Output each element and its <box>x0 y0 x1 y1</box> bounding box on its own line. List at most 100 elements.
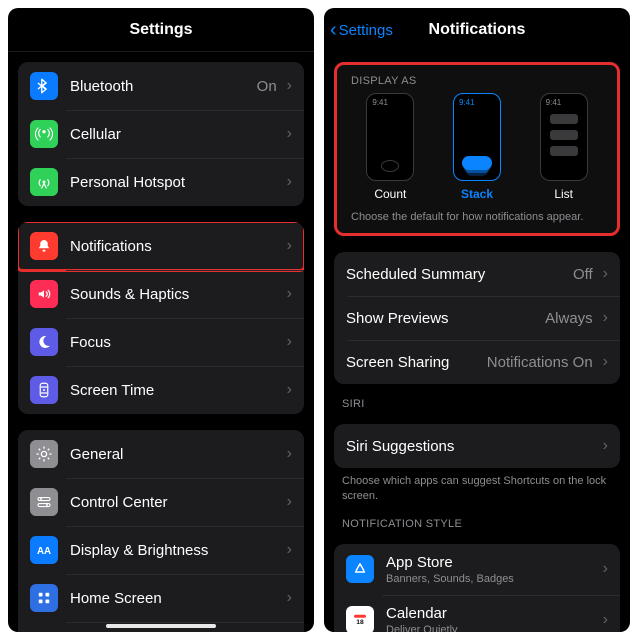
row-label: Cellular <box>70 126 281 143</box>
chevron-right-icon: › <box>287 445 292 463</box>
settings-row-personal-hotspot[interactable]: Personal Hotspot › <box>18 158 304 206</box>
chevron-right-icon: › <box>603 265 608 283</box>
section-footer: Choose which apps can suggest Shortcuts … <box>324 468 630 504</box>
notification-style-group: App StoreBanners, Sounds, Badges› 18 Calen… <box>334 544 620 632</box>
settings-row-general[interactable]: General › <box>18 430 304 478</box>
settings-row-sounds-haptics[interactable]: Sounds & Haptics › <box>18 270 304 318</box>
row-label: Calendar <box>386 605 597 622</box>
row-label: Focus <box>70 334 281 351</box>
phone-preview-icon: 9:41 <box>540 93 588 181</box>
row-label: Home Screen <box>70 590 281 607</box>
row-label: General <box>70 446 281 463</box>
chevron-right-icon: › <box>287 381 292 399</box>
sound-icon <box>30 280 58 308</box>
siri-group: Siri Suggestions › <box>334 424 620 468</box>
phone-preview-icon: 9:41 <box>366 93 414 181</box>
chevron-right-icon: › <box>287 541 292 559</box>
row-label: Screen Sharing <box>346 354 487 371</box>
row-label: Control Center <box>70 494 281 511</box>
svg-text:AA: AA <box>37 546 51 557</box>
settings-row-notifications[interactable]: Notifications › <box>18 222 304 270</box>
chevron-right-icon: › <box>287 77 292 95</box>
row-label: Notifications <box>70 238 281 255</box>
settings-group: BluetoothOn › Cellular › Personal Hotspot › <box>18 62 304 206</box>
aa-icon: AA <box>30 536 58 564</box>
settings-group: General › Control Center › AA Display & Brigh… <box>18 430 304 632</box>
section-header: NOTIFICATION STYLE <box>324 504 630 534</box>
navbar: ‹ Settings Notifications <box>324 8 630 52</box>
chevron-right-icon: › <box>603 437 608 455</box>
settings-row-bluetooth[interactable]: BluetoothOn › <box>18 62 304 110</box>
back-label: Settings <box>339 22 393 39</box>
notification-options-group: Scheduled SummaryOff›Show PreviewsAlways… <box>334 252 620 384</box>
row-value: On <box>257 78 277 95</box>
switches-icon <box>30 488 58 516</box>
chevron-right-icon: › <box>287 493 292 511</box>
settings-row-display-brightness[interactable]: AA Display & Brightness › <box>18 526 304 574</box>
chevron-right-icon: › <box>287 285 292 303</box>
chevron-right-icon: › <box>287 125 292 143</box>
section-header: SIRI <box>324 384 630 414</box>
display-as-count[interactable]: 9:41 Count <box>351 93 430 201</box>
row-label: Screen Time <box>70 382 281 399</box>
option-label: Stack <box>461 187 493 201</box>
grid-icon <box>30 584 58 612</box>
settings-row-scheduled-summary[interactable]: Scheduled SummaryOff › <box>334 252 620 296</box>
row-value: Always <box>545 310 593 327</box>
bell-icon <box>30 232 58 260</box>
home-indicator[interactable] <box>106 624 216 628</box>
timer-icon <box>30 376 58 404</box>
hotspot-icon <box>30 168 58 196</box>
settings-group: Notifications›Sounds & Haptics›Focus›Scr… <box>18 222 304 414</box>
option-label: Count <box>374 187 406 201</box>
display-as-section: DISPLAY AS9:41 Count 9:41 Stack 9:41 ListChoo… <box>334 62 620 236</box>
chevron-right-icon: › <box>603 353 608 371</box>
cellular-icon <box>30 120 58 148</box>
settings-row-control-center[interactable]: Control Center › <box>18 478 304 526</box>
display-as-stack[interactable]: 9:41 Stack <box>438 93 517 201</box>
row-label: Display & Brightness <box>70 542 281 559</box>
section-header: DISPLAY AS <box>347 71 607 93</box>
option-label: List <box>554 187 573 201</box>
chevron-right-icon: › <box>287 333 292 351</box>
nav-title: Settings <box>129 21 192 39</box>
navbar: Settings <box>8 8 314 52</box>
chevron-right-icon: › <box>287 173 292 191</box>
settings-row-focus[interactable]: Focus › <box>18 318 304 366</box>
settings-row-home-screen[interactable]: Home Screen› <box>18 574 304 622</box>
bluetooth-icon <box>30 72 58 100</box>
svg-text:18: 18 <box>356 619 364 626</box>
chevron-right-icon: › <box>603 611 608 629</box>
settings-screen: Settings BluetoothOn›Cellular›Personal H… <box>8 8 314 632</box>
chevron-right-icon: › <box>287 237 292 255</box>
settings-row-siri-suggestions[interactable]: Siri Suggestions › <box>334 424 620 468</box>
row-label: App Store <box>386 554 597 571</box>
row-label: Sounds & Haptics <box>70 286 281 303</box>
row-value: Notifications On <box>487 354 593 371</box>
phone-preview-icon: 9:41 <box>453 93 501 181</box>
row-value: Off <box>573 266 593 283</box>
focus-icon <box>30 328 58 356</box>
appstore-icon <box>346 555 374 583</box>
calendar-icon: 18 <box>346 606 374 632</box>
row-label: Bluetooth <box>70 78 257 95</box>
section-footer: Choose the default for how notifications… <box>347 201 607 223</box>
notifications-screen: ‹ Settings Notifications DISPLAY AS9:41 C… <box>324 8 630 632</box>
settings-row-cellular[interactable]: Cellular › <box>18 110 304 158</box>
settings-row-calendar[interactable]: 18 Calendar Deliver Quietly › <box>334 595 620 632</box>
nav-title: Notifications <box>429 21 526 39</box>
row-label: Scheduled Summary <box>346 266 573 283</box>
gear-icon <box>30 440 58 468</box>
settings-row-show-previews[interactable]: Show PreviewsAlways › <box>334 296 620 340</box>
settings-row-screen-sharing[interactable]: Screen SharingNotifications On › <box>334 340 620 384</box>
row-label: Personal Hotspot <box>70 174 281 191</box>
row-subtitle: Deliver Quietly <box>386 624 597 632</box>
row-label: Show Previews <box>346 310 545 327</box>
chevron-right-icon: › <box>603 309 608 327</box>
chevron-right-icon: › <box>603 560 608 578</box>
settings-row-screen-time[interactable]: Screen Time › <box>18 366 304 414</box>
row-label: Siri Suggestions <box>346 438 597 455</box>
settings-row-app-store[interactable]: App StoreBanners, Sounds, Badges› <box>334 544 620 595</box>
back-button[interactable]: ‹ Settings <box>330 8 393 52</box>
display-as-list[interactable]: 9:41 List <box>524 93 603 201</box>
